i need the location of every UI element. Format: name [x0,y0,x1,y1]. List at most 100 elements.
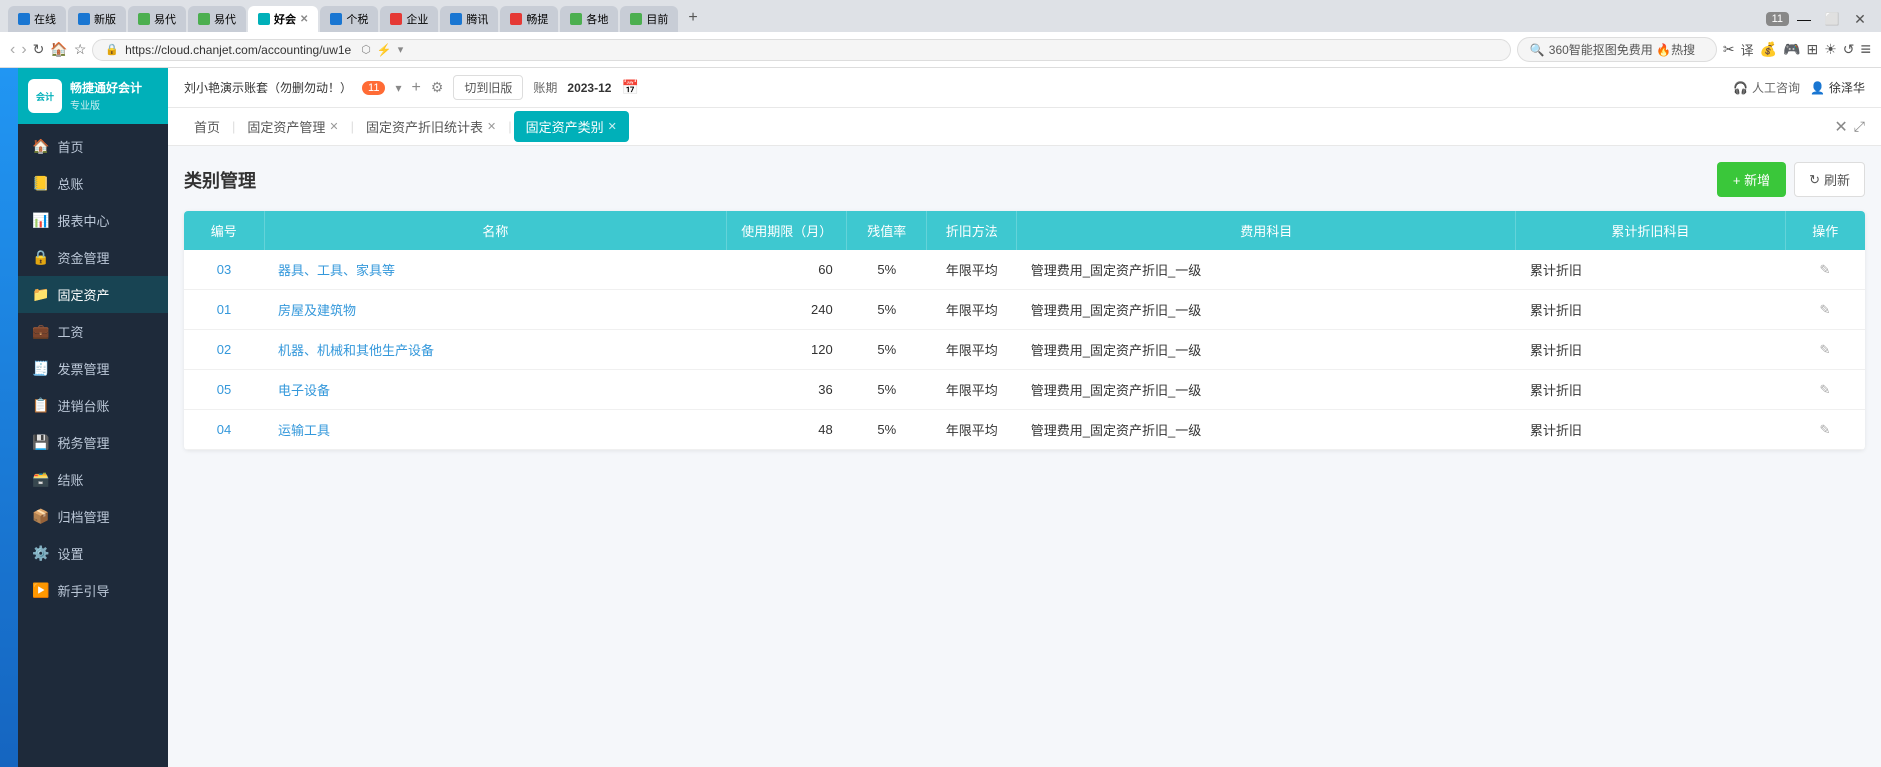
cell-residual-3: 5% [847,370,927,410]
cell-accumulated-3: 累计折旧 [1516,370,1785,410]
user-info[interactable]: 👤 徐泽华 [1810,79,1865,96]
add-account-icon[interactable]: + [411,79,420,97]
cut-icon[interactable]: ✂ [1723,41,1735,58]
sidebar-item-archive[interactable]: 📦 归档管理 [18,498,168,535]
browser-tab-gedi[interactable]: 各地 [560,6,618,32]
tab-label-new: 新版 [94,11,116,27]
sidebar-item-tax[interactable]: 💾 税务管理 [18,424,168,461]
browser-tab-yidai1[interactable]: 易代 [128,6,186,32]
add-button[interactable]: + 新增 [1717,162,1786,197]
sidebar-logo: 会计 畅捷通好会计 专业版 [18,68,168,124]
close-panel-icon[interactable]: ✕ [1834,117,1847,137]
game-icon[interactable]: 🎮 [1783,41,1800,58]
window-restore[interactable]: ⬜ [1819,8,1845,30]
logo-title: 畅捷通好会计 [70,80,142,97]
sidebar-item-home[interactable]: 🏠 首页 [18,128,168,165]
browser-tab-tencent[interactable]: 腾讯 [440,6,498,32]
browser-tab-muqian[interactable]: 目前 [620,6,678,32]
search-text: 360智能抠图免费用 🔥热搜 [1549,41,1695,58]
cell-code-0[interactable]: 03 [184,250,264,290]
tab-label-changte: 畅提 [526,11,548,27]
nav-forward[interactable]: › [21,41,26,59]
tab-fixed-mgmt[interactable]: 固定资产管理 ✕ [237,111,348,142]
sidebar-item-guide[interactable]: ▶️ 新手引导 [18,572,168,609]
wallet-icon[interactable]: 💰 [1760,41,1777,58]
cell-months-0: 60 [727,250,847,290]
cell-months-1: 240 [727,290,847,330]
search-bar[interactable]: 🔍 360智能抠图免费用 🔥热搜 [1517,37,1717,62]
tab-close-depreciation[interactable]: ✕ [487,120,496,133]
sidebar-item-settle[interactable]: 🗃️ 结账 [18,461,168,498]
browser-tab-tax[interactable]: 个税 [320,6,378,32]
refresh-button[interactable]: ↻ 刷新 [1794,162,1865,197]
period-value: 2023-12 [567,81,611,95]
cell-method-1: 年限平均 [927,290,1017,330]
cell-action-2[interactable]: ✎ [1785,330,1865,370]
sidebar-item-fixed[interactable]: 📁 固定资产 [18,276,168,313]
url-dropdown-icon[interactable]: ▾ [398,43,404,56]
browser-tab-online[interactable]: 在线 [8,6,66,32]
cell-action-0[interactable]: ✎ [1785,250,1865,290]
service-button[interactable]: 🎧 人工咨询 [1733,79,1800,96]
expand-panel-icon[interactable]: ⤢ [1854,118,1865,135]
main-content: 刘小艳演示账套（勿删勿动！） 11 ▾ + ⚙ 切到旧版 账期 2023-12 … [168,68,1881,767]
nav-back[interactable]: ‹ [10,41,15,59]
browser-tab-changte[interactable]: 畅提 [500,6,558,32]
tab-close-category[interactable]: ✕ [608,120,617,133]
cell-code-4[interactable]: 04 [184,410,264,450]
period-label: 账期 [533,79,557,96]
nav-refresh[interactable]: ↻ [33,41,45,58]
cell-code-1[interactable]: 01 [184,290,264,330]
cell-action-4[interactable]: ✎ [1785,410,1865,450]
ssl-lock-icon: 🔒 [105,43,119,56]
calendar-icon[interactable]: 📅 [621,79,638,96]
url-text: https://cloud.chanjet.com/accounting/uw1… [125,43,351,57]
undo-icon[interactable]: ↺ [1843,41,1855,58]
sidebar-item-fund[interactable]: 🔒 资金管理 [18,239,168,276]
cell-name-1[interactable]: 房屋及建筑物 [264,290,727,330]
tab-depreciation[interactable]: 固定资产折旧统计表 ✕ [356,111,506,142]
browser-tab-active[interactable]: 好会 ✕ [248,6,318,32]
dropdown-arrow-icon[interactable]: ▾ [395,81,401,95]
cell-action-3[interactable]: ✎ [1785,370,1865,410]
browser-tab-corp[interactable]: 企业 [380,6,438,32]
table-row: 02 机器、机械和其他生产设备 120 5% 年限平均 管理费用_固定资产折旧_… [184,330,1865,370]
window-minimize[interactable]: — [1791,8,1817,30]
sidebar-item-report[interactable]: 📊 报表中心 [18,202,168,239]
user-avatar-icon: 👤 [1810,81,1825,95]
settings-gear-icon[interactable]: ⚙ [431,79,444,96]
header-actions: + 新增 ↻ 刷新 [1717,162,1865,197]
nav-home[interactable]: 🏠 [50,41,67,58]
browser-tab-yidai2[interactable]: 易代 [188,6,246,32]
col-header-action: 操作 [1785,211,1865,250]
cell-code-3[interactable]: 05 [184,370,264,410]
tab-close-fixed-mgmt[interactable]: ✕ [329,120,338,133]
cell-name-2[interactable]: 机器、机械和其他生产设备 [264,330,727,370]
sidebar-item-invoice[interactable]: 🧾 发票管理 [18,350,168,387]
window-close[interactable]: ✕ [1847,8,1873,30]
brightness-icon[interactable]: ☀ [1824,41,1837,58]
sidebar-item-salary[interactable]: 💼 工资 [18,313,168,350]
table-header-row: 编号 名称 使用期限（月） 残值率 折旧方法 费用科目 累计折旧科目 操作 [184,211,1865,250]
sidebar-item-settings[interactable]: ⚙️ 设置 [18,535,168,572]
cell-code-2[interactable]: 02 [184,330,264,370]
cell-months-4: 48 [727,410,847,450]
address-bar[interactable]: 🔒 https://cloud.chanjet.com/accounting/u… [92,39,1510,61]
browser-tab-new[interactable]: 新版 [68,6,126,32]
cell-name-0[interactable]: 器具、工具、家具等 [264,250,727,290]
grid-icon[interactable]: ⊞ [1806,41,1818,58]
new-tab-button[interactable]: + [680,7,705,29]
sidebar-item-ledger[interactable]: 📒 总账 [18,165,168,202]
menu-icon[interactable]: ≡ [1860,39,1871,60]
tab-home[interactable]: 首页 [184,111,230,142]
cell-name-3[interactable]: 电子设备 [264,370,727,410]
tab-category[interactable]: 固定资产类别 ✕ [514,111,629,142]
sidebar-item-inout[interactable]: 📋 进销台账 [18,387,168,424]
site-info-icon[interactable]: ⬡ [361,43,371,56]
nav-star[interactable]: ☆ [74,41,87,58]
cell-action-1[interactable]: ✎ [1785,290,1865,330]
tab-close-active[interactable]: ✕ [300,14,308,25]
cell-name-4[interactable]: 运输工具 [264,410,727,450]
translate-icon[interactable]: 译 [1741,40,1754,59]
switch-version-button[interactable]: 切到旧版 [453,75,523,100]
